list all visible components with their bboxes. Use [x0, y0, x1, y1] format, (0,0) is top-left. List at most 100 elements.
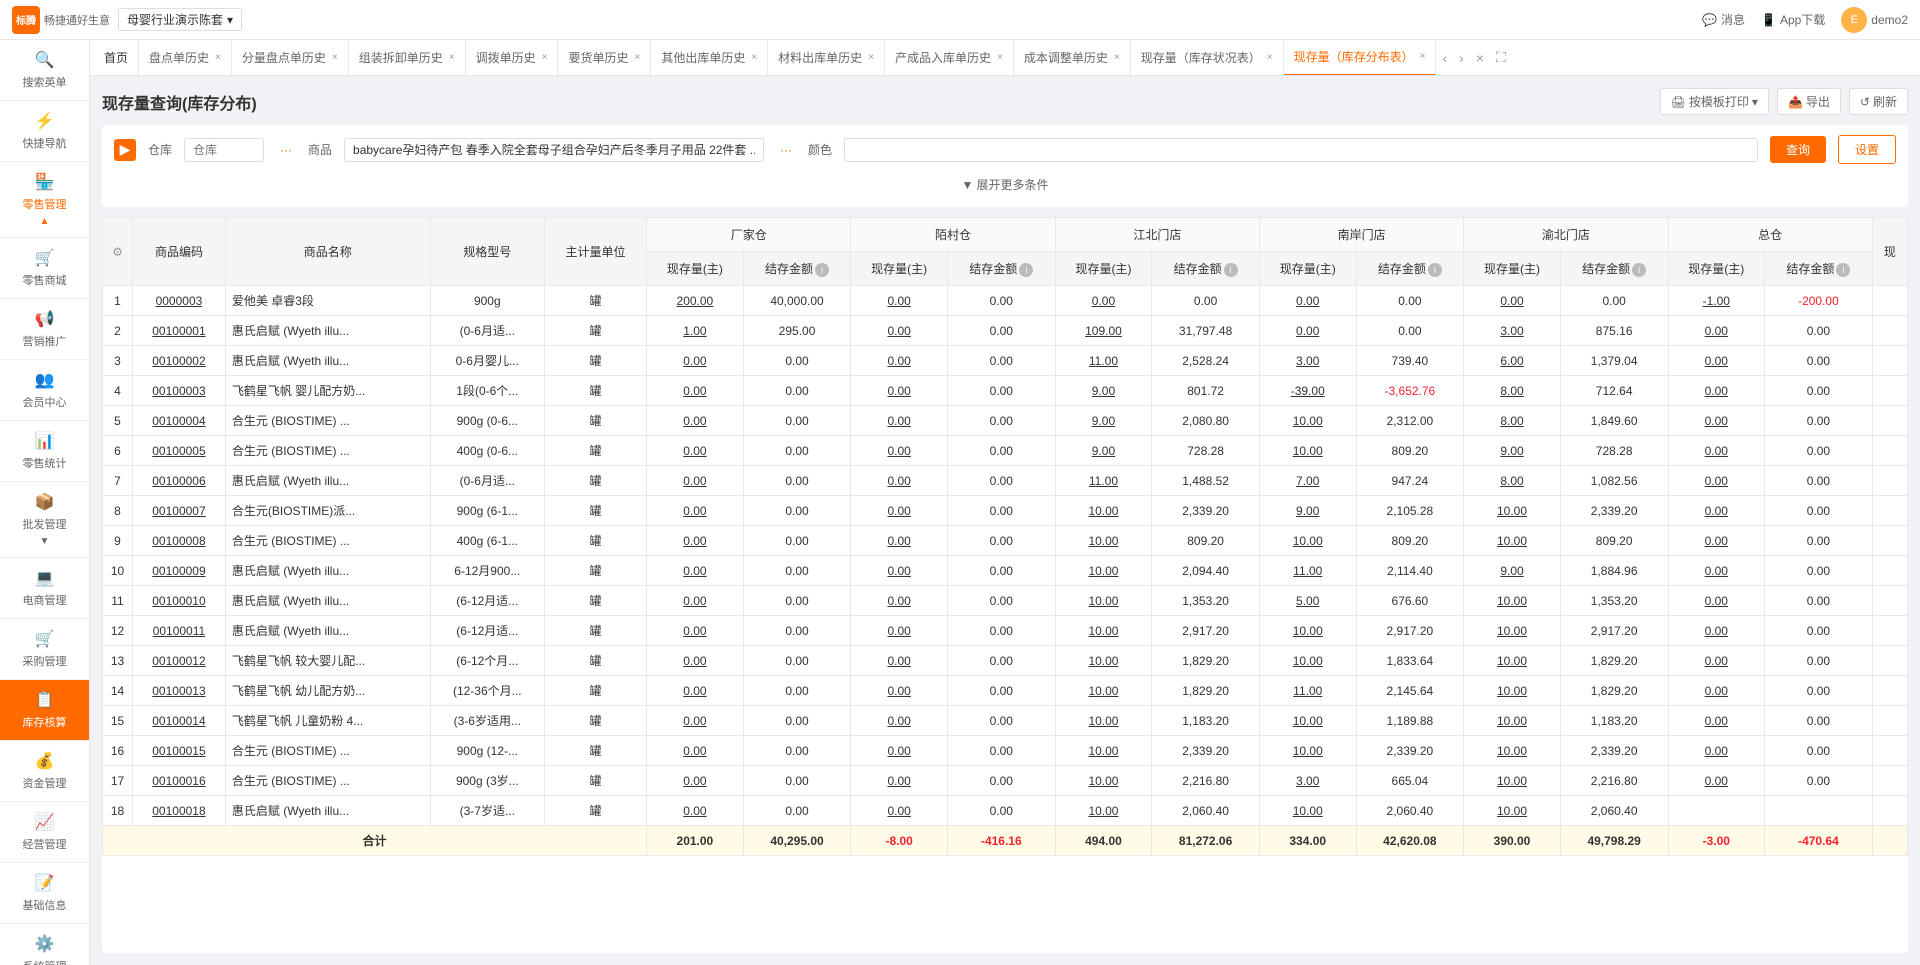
cell-naamt: 0.00	[1356, 286, 1464, 316]
tab-request[interactable]: 要货单历史 ×	[558, 40, 651, 76]
sidebar-item-wholesale[interactable]: 📦 批发管理 ▼	[0, 482, 89, 558]
sidebar-item-search[interactable]: 🔍 搜索英单	[0, 40, 89, 101]
code-link[interactable]: 00100013	[152, 684, 205, 698]
sidebar-item-retail-stat[interactable]: 📊 零售统计	[0, 421, 89, 482]
tab-dist-inventory-close[interactable]: ×	[332, 52, 338, 63]
setting-btn[interactable]: 设置	[1838, 135, 1896, 164]
code-link[interactable]: 00100004	[152, 414, 205, 428]
tab-material-out-close[interactable]: ×	[868, 52, 874, 63]
tab-next-btn[interactable]: ›	[1453, 40, 1470, 76]
sidebar-item-purchase[interactable]: 🛒 采购管理	[0, 619, 89, 680]
sidebar-item-finance[interactable]: 💰 资金管理	[0, 741, 89, 802]
warehouse-dots-btn[interactable]: ···	[276, 143, 296, 157]
print-btn[interactable]: 🖨 按模板打印 ▾	[1660, 88, 1769, 115]
app-download-btn[interactable]: 📱 App下载	[1761, 11, 1825, 28]
goods-input[interactable]	[344, 138, 764, 162]
tab-dist-inventory[interactable]: 分量盘点单历史 ×	[232, 40, 349, 76]
tab-inventory-single-close[interactable]: ×	[215, 52, 221, 63]
tab-cost-adjust[interactable]: 成本调整单历史 ×	[1014, 40, 1131, 76]
sidebar-item-basic[interactable]: 📝 基础信息	[0, 863, 89, 924]
code-link[interactable]: 00100010	[152, 594, 205, 608]
cell-mqty: 0.00	[851, 706, 948, 736]
code-link[interactable]: 00100014	[152, 714, 205, 728]
page-header: 现存量查询(库存分布) 🖨 按模板打印 ▾ 📤 导出 ↺ 刷新	[102, 88, 1908, 115]
code-link[interactable]: 00100003	[152, 384, 205, 398]
tab-transfer-close[interactable]: ×	[542, 52, 548, 63]
code-link[interactable]: 00100007	[152, 504, 205, 518]
code-link[interactable]: 00100009	[152, 564, 205, 578]
code-link[interactable]: 00100012	[152, 654, 205, 668]
cell-mqty: 0.00	[851, 496, 948, 526]
code-link[interactable]: 00100001	[152, 324, 205, 338]
tab-stock-dist-close[interactable]: ×	[1420, 51, 1426, 62]
tab-other-out-close[interactable]: ×	[751, 52, 757, 63]
code-link[interactable]: 00100008	[152, 534, 205, 548]
gear-icon[interactable]: ⚙	[112, 245, 123, 259]
tab-expand-btn[interactable]: ⛶	[1490, 40, 1512, 76]
tab-close-all-btn[interactable]: ×	[1470, 40, 1490, 76]
cell-mqty: 0.00	[851, 406, 948, 436]
cell-no: 16	[103, 736, 133, 766]
tab-stock-status[interactable]: 现存量（库存状况表） ×	[1131, 40, 1284, 76]
cell-jbamt: 2,060.40	[1152, 796, 1260, 826]
code-link[interactable]: 00100018	[152, 804, 205, 818]
query-btn[interactable]: 查询	[1770, 136, 1826, 163]
tab-prev-btn[interactable]: ‹	[1436, 40, 1453, 76]
code-link[interactable]: 00100011	[153, 624, 206, 638]
code-link[interactable]: 00100005	[152, 444, 205, 458]
cell-mqty: 0.00	[851, 736, 948, 766]
tab-inventory-single[interactable]: 盘点单历史 ×	[139, 40, 232, 76]
naamt-info-icon[interactable]: i	[1428, 263, 1442, 277]
mamt-info-icon[interactable]: i	[1019, 263, 1033, 277]
sum-totqty: -3.00	[1668, 826, 1765, 856]
code-link[interactable]: 00100015	[152, 744, 205, 758]
tab-request-close[interactable]: ×	[634, 52, 640, 63]
warehouse-input[interactable]	[184, 138, 264, 162]
totamt-info-icon[interactable]: i	[1836, 263, 1850, 277]
tab-combo[interactable]: 组装拆卸单历史 ×	[349, 40, 466, 76]
tab-product-in-close[interactable]: ×	[997, 52, 1003, 63]
sidebar-item-member[interactable]: 👥 会员中心	[0, 360, 89, 421]
chevron-down-icon: ▾	[227, 13, 233, 27]
sidebar-item-operation[interactable]: 📈 经营管理	[0, 802, 89, 863]
ybamt-info-icon[interactable]: i	[1632, 263, 1646, 277]
user-info[interactable]: E demo2	[1841, 7, 1908, 33]
cell-famt: 0.00	[743, 406, 851, 436]
sidebar-item-ecommerce[interactable]: 💻 电商管理	[0, 558, 89, 619]
filter-toggle-btn[interactable]: ▶	[114, 139, 136, 161]
sidebar-item-nav[interactable]: ⚡ 快捷导航	[0, 101, 89, 162]
sidebar-item-system[interactable]: ⚙️ 系统管理	[0, 924, 89, 965]
tab-product-in[interactable]: 产成品入库单历史 ×	[885, 40, 1014, 76]
tab-stock-dist[interactable]: 现存量（库存分布表） ×	[1284, 40, 1437, 76]
color-input[interactable]	[844, 138, 1758, 162]
cell-no: 3	[103, 346, 133, 376]
export-btn[interactable]: 📤 导出	[1777, 88, 1841, 115]
code-link[interactable]: 00100002	[152, 354, 205, 368]
refresh-btn[interactable]: ↺ 刷新	[1849, 88, 1908, 115]
code-link[interactable]: 0000003	[156, 294, 203, 308]
message-btn[interactable]: 💬 消息	[1702, 11, 1745, 28]
goods-dots-btn[interactable]: ···	[776, 143, 796, 157]
expand-btn[interactable]: ▼ 展开更多条件	[954, 172, 1057, 197]
tab-material-out[interactable]: 材料出库单历史 ×	[768, 40, 885, 76]
industry-select[interactable]: 母婴行业演示陈套 ▾	[118, 8, 242, 31]
col-fqty-header: 现存量(主)	[647, 252, 744, 286]
sidebar-item-retail-shop[interactable]: 🛒 零售商城	[0, 238, 89, 299]
sidebar-item-retail[interactable]: 🏪 零售管理 ▲	[0, 162, 89, 238]
sidebar-item-marketing[interactable]: 📢 营销推广	[0, 299, 89, 360]
cell-name: 合生元 (BIOSTIME) ...	[225, 736, 430, 766]
code-link[interactable]: 00100006	[152, 474, 205, 488]
jbamt-info-icon[interactable]: i	[1224, 263, 1238, 277]
tab-other-out[interactable]: 其他出库单历史 ×	[651, 40, 768, 76]
code-link[interactable]: 00100016	[152, 774, 205, 788]
tab-combo-close[interactable]: ×	[449, 52, 455, 63]
tab-home[interactable]: 首页	[94, 40, 139, 76]
cell-unit: 罐	[544, 346, 646, 376]
tab-cost-adjust-close[interactable]: ×	[1114, 52, 1120, 63]
tab-transfer[interactable]: 调拨单历史 ×	[466, 40, 559, 76]
wholesale-arrow-icon: ▼	[40, 536, 50, 547]
sidebar-item-inventory[interactable]: 📋 库存核算	[0, 680, 89, 741]
famt-info-icon[interactable]: i	[815, 263, 829, 277]
cell-spec: 6-12月900...	[430, 556, 544, 586]
tab-stock-status-close[interactable]: ×	[1267, 52, 1273, 63]
